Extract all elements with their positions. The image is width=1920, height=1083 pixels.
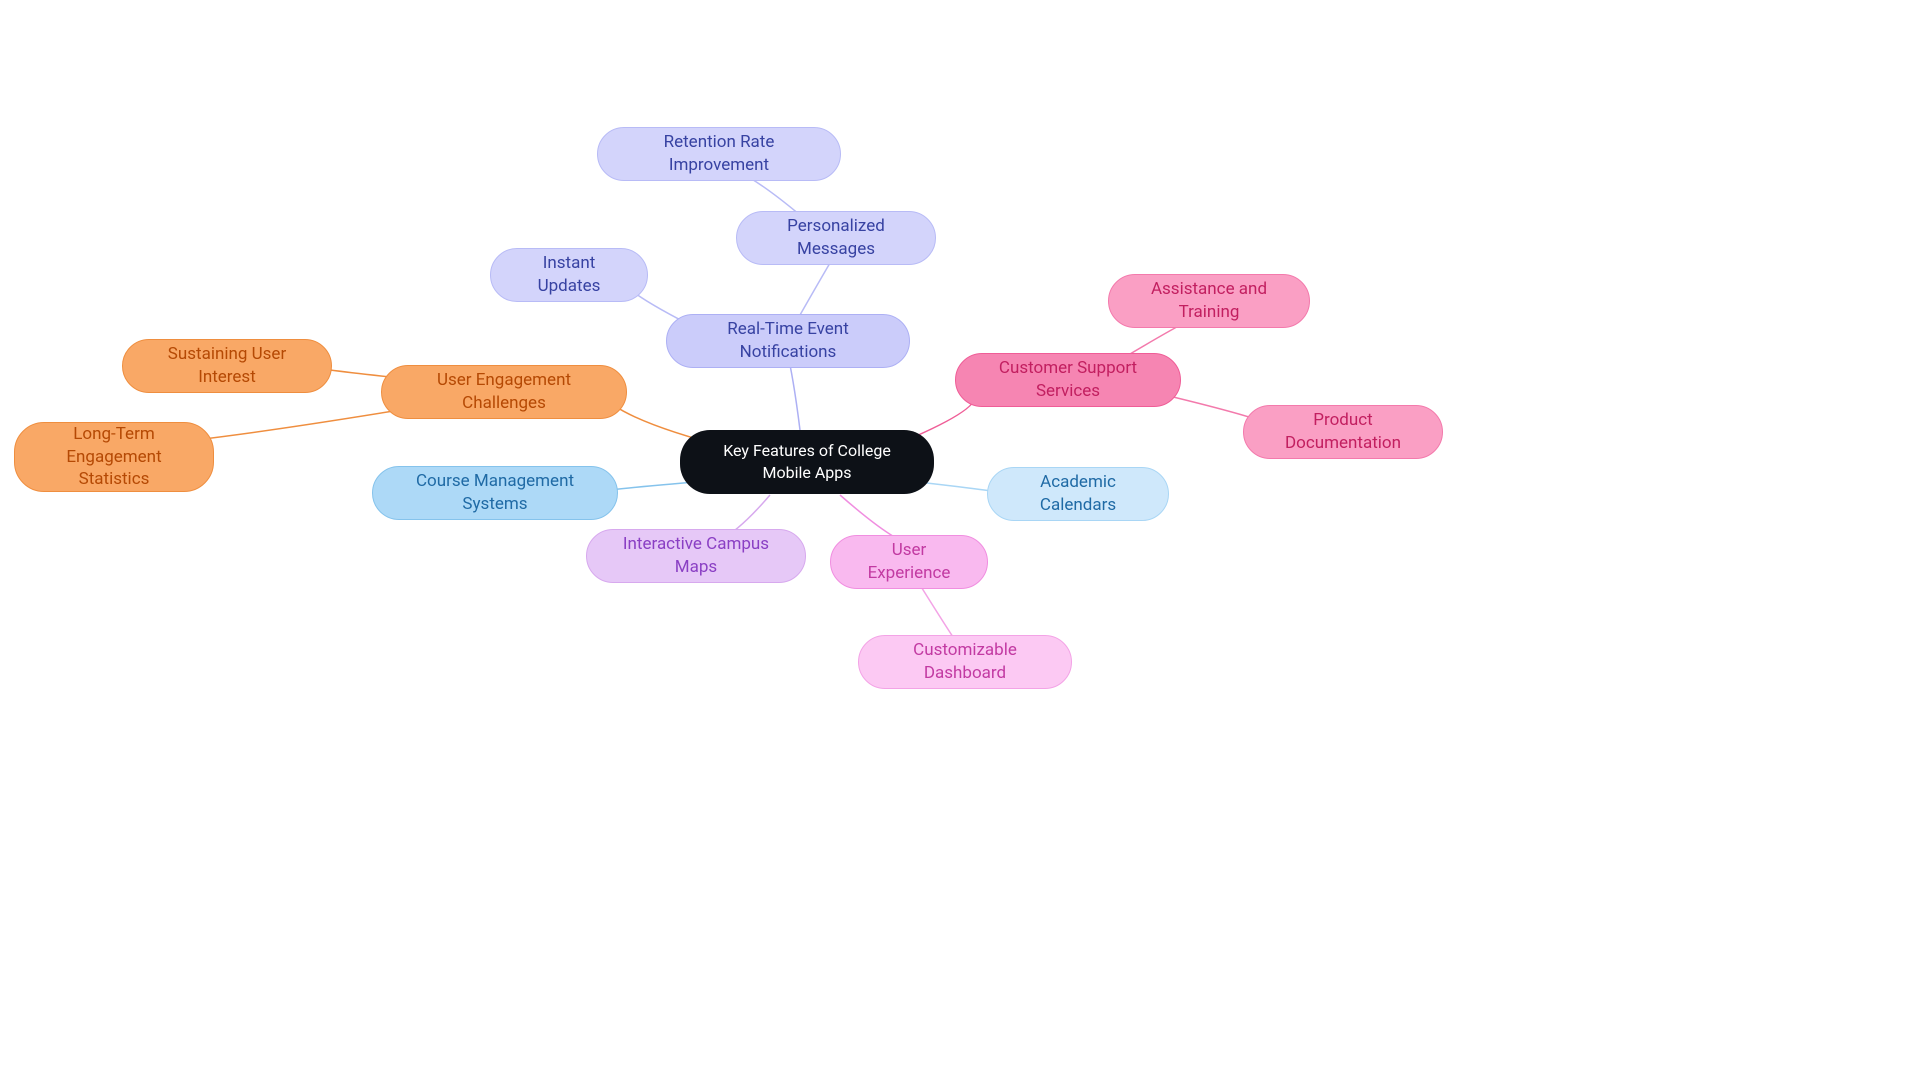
node-label: Personalized Messages — [763, 215, 909, 261]
node-label: Interactive Campus Maps — [613, 533, 779, 579]
node-label: Sustaining User Interest — [149, 343, 305, 389]
mindmap-canvas: Key Features of College Mobile Apps User… — [0, 0, 1920, 1083]
node-long-term-engagement-statistics[interactable]: Long-Term Engagement Statistics — [14, 422, 214, 492]
node-label: Assistance and Training — [1135, 278, 1283, 324]
node-label: Retention Rate Improvement — [624, 131, 814, 177]
node-label: Customizable Dashboard — [885, 639, 1045, 685]
node-label: User Engagement Challenges — [408, 369, 600, 415]
node-assistance-and-training[interactable]: Assistance and Training — [1108, 274, 1310, 328]
node-personalized-messages[interactable]: Personalized Messages — [736, 211, 936, 265]
node-label: Course Management Systems — [399, 470, 591, 516]
node-instant-updates[interactable]: Instant Updates — [490, 248, 648, 302]
center-node[interactable]: Key Features of College Mobile Apps — [680, 430, 934, 494]
node-real-time-event-notifications[interactable]: Real-Time Event Notifications — [666, 314, 910, 368]
node-product-documentation[interactable]: Product Documentation — [1243, 405, 1443, 459]
node-label: Real-Time Event Notifications — [693, 318, 883, 364]
node-customizable-dashboard[interactable]: Customizable Dashboard — [858, 635, 1072, 689]
node-customer-support-services[interactable]: Customer Support Services — [955, 353, 1181, 407]
center-label: Key Features of College Mobile Apps — [706, 440, 908, 483]
node-retention-rate-improvement[interactable]: Retention Rate Improvement — [597, 127, 841, 181]
node-label: Instant Updates — [517, 252, 621, 298]
node-label: User Experience — [857, 539, 961, 585]
node-user-experience[interactable]: User Experience — [830, 535, 988, 589]
node-label: Customer Support Services — [982, 357, 1154, 403]
node-user-engagement-challenges[interactable]: User Engagement Challenges — [381, 365, 627, 419]
node-label: Academic Calendars — [1014, 471, 1142, 517]
node-label: Product Documentation — [1270, 409, 1416, 455]
node-sustaining-user-interest[interactable]: Sustaining User Interest — [122, 339, 332, 393]
node-course-management-systems[interactable]: Course Management Systems — [372, 466, 618, 520]
node-academic-calendars[interactable]: Academic Calendars — [987, 467, 1169, 521]
node-label: Long-Term Engagement Statistics — [41, 423, 187, 492]
node-interactive-campus-maps[interactable]: Interactive Campus Maps — [586, 529, 806, 583]
